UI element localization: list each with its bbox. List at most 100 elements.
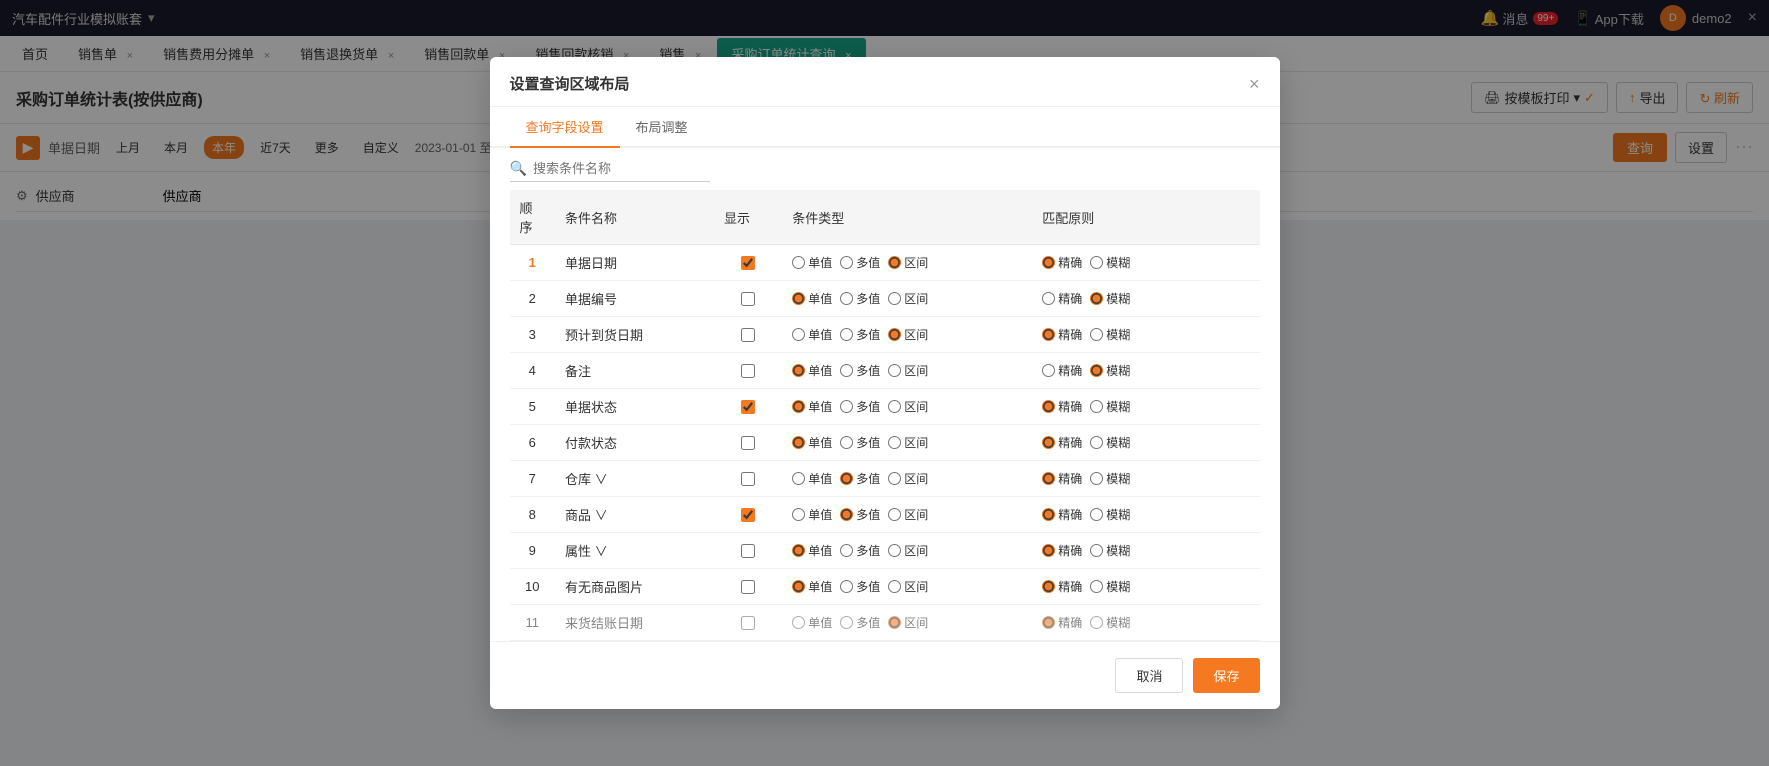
type-radio-item[interactable]: 单值 [792,326,832,343]
type-radio-item[interactable]: 多值 [840,362,880,379]
row-type[interactable]: 单值多值区间 [782,281,1032,317]
display-checkbox[interactable] [741,400,755,414]
type-radio-item[interactable]: 单值 [792,614,832,631]
type-radio-item[interactable]: 单值 [792,578,832,595]
row-match[interactable]: 精确模糊 [1032,425,1259,461]
row-match[interactable]: 精确模糊 [1032,461,1259,497]
type-radio-item[interactable]: 多值 [840,614,880,631]
match-radio-item[interactable]: 模糊 [1090,290,1130,307]
match-radio-item[interactable]: 模糊 [1090,326,1130,343]
type-radio-item[interactable]: 区间 [888,254,928,271]
row-type[interactable]: 单值多值区间 [782,461,1032,497]
row-display[interactable] [714,425,782,461]
match-radio-item[interactable]: 精确 [1042,578,1082,595]
type-radio-item[interactable]: 多值 [840,398,880,415]
match-radio-item[interactable]: 精确 [1042,434,1082,451]
row-match[interactable]: 精确模糊 [1032,317,1259,353]
type-radio-item[interactable]: 区间 [888,470,928,487]
match-radio-item[interactable]: 模糊 [1090,614,1130,631]
search-input[interactable] [533,161,703,176]
row-display[interactable] [714,389,782,425]
tab-query-fields[interactable]: 查询字段设置 [510,107,620,148]
display-checkbox[interactable] [741,544,755,558]
type-radio-item[interactable]: 单值 [792,362,832,379]
match-radio-item[interactable]: 精确 [1042,542,1082,559]
match-radio-item[interactable]: 模糊 [1090,542,1130,559]
row-type[interactable]: 单值多值区间 [782,317,1032,353]
match-radio-item[interactable]: 模糊 [1090,434,1130,451]
row-display[interactable] [714,461,782,497]
display-checkbox[interactable] [741,364,755,378]
match-radio-item[interactable]: 精确 [1042,398,1082,415]
type-radio-item[interactable]: 单值 [792,398,832,415]
save-button[interactable]: 保存 [1193,658,1259,693]
display-checkbox[interactable] [741,328,755,342]
row-type[interactable]: 单值多值区间 [782,533,1032,569]
type-radio-item[interactable]: 多值 [840,326,880,343]
match-radio-item[interactable]: 精确 [1042,470,1082,487]
row-type[interactable]: 单值多值区间 [782,569,1032,605]
type-radio-item[interactable]: 多值 [840,290,880,307]
dialog-overlay[interactable]: 设置查询区域布局 × 查询字段设置 布局调整 🔍 [0,0,1769,766]
type-radio-item[interactable]: 单值 [792,434,832,451]
display-checkbox[interactable] [741,580,755,594]
type-radio-item[interactable]: 多值 [840,254,880,271]
row-type[interactable]: 单值多值区间 [782,425,1032,461]
row-match[interactable]: 精确模糊 [1032,569,1259,605]
row-match[interactable]: 精确模糊 [1032,533,1259,569]
row-type[interactable]: 单值多值区间 [782,605,1032,641]
display-checkbox[interactable] [741,292,755,306]
type-radio-item[interactable]: 区间 [888,542,928,559]
row-display[interactable] [714,353,782,389]
match-radio-item[interactable]: 模糊 [1090,506,1130,523]
type-radio-item[interactable]: 单值 [792,254,832,271]
display-checkbox[interactable] [741,436,755,450]
row-display[interactable] [714,317,782,353]
type-radio-item[interactable]: 区间 [888,578,928,595]
match-radio-item[interactable]: 精确 [1042,614,1082,631]
row-display[interactable] [714,605,782,641]
match-radio-item[interactable]: 模糊 [1090,362,1130,379]
match-radio-item[interactable]: 精确 [1042,506,1082,523]
match-radio-item[interactable]: 模糊 [1090,470,1130,487]
display-checkbox[interactable] [741,256,755,270]
row-match[interactable]: 精确模糊 [1032,389,1259,425]
match-radio-item[interactable]: 模糊 [1090,254,1130,271]
match-radio-item[interactable]: 精确 [1042,254,1082,271]
type-radio-item[interactable]: 多值 [840,434,880,451]
row-type[interactable]: 单值多值区间 [782,389,1032,425]
type-radio-item[interactable]: 多值 [840,506,880,523]
type-radio-item[interactable]: 区间 [888,614,928,631]
match-radio-item[interactable]: 精确 [1042,326,1082,343]
row-display[interactable] [714,569,782,605]
row-display[interactable] [714,497,782,533]
type-radio-item[interactable]: 单值 [792,506,832,523]
type-radio-item[interactable]: 单值 [792,290,832,307]
row-display[interactable] [714,281,782,317]
row-match[interactable]: 精确模糊 [1032,245,1259,281]
row-match[interactable]: 精确模糊 [1032,353,1259,389]
type-radio-item[interactable]: 区间 [888,326,928,343]
display-checkbox[interactable] [741,616,755,630]
type-radio-item[interactable]: 区间 [888,506,928,523]
row-match[interactable]: 精确模糊 [1032,497,1259,533]
tab-layout-adjust[interactable]: 布局调整 [620,107,704,148]
row-type[interactable]: 单值多值区间 [782,353,1032,389]
display-checkbox[interactable] [741,472,755,486]
type-radio-item[interactable]: 单值 [792,542,832,559]
row-match[interactable]: 精确模糊 [1032,281,1259,317]
type-radio-item[interactable]: 区间 [888,290,928,307]
row-display[interactable] [714,533,782,569]
type-radio-item[interactable]: 区间 [888,434,928,451]
type-radio-item[interactable]: 多值 [840,542,880,559]
display-checkbox[interactable] [741,508,755,522]
type-radio-item[interactable]: 区间 [888,362,928,379]
cancel-button[interactable]: 取消 [1115,658,1183,693]
type-radio-item[interactable]: 多值 [840,470,880,487]
type-radio-item[interactable]: 多值 [840,578,880,595]
match-radio-item[interactable]: 模糊 [1090,578,1130,595]
row-match[interactable]: 精确模糊 [1032,605,1259,641]
match-radio-item[interactable]: 精确 [1042,362,1082,379]
match-radio-item[interactable]: 模糊 [1090,398,1130,415]
row-type[interactable]: 单值多值区间 [782,245,1032,281]
